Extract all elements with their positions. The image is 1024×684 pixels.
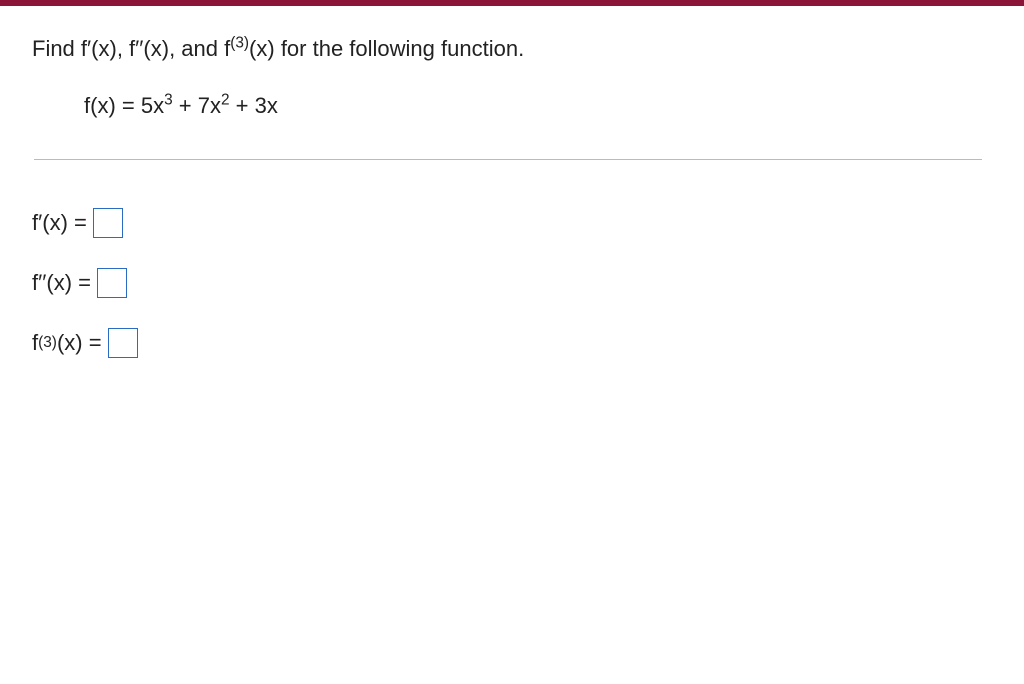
instruction-text: Find f′(x), f′′(x), and f(3)(x) for the … — [32, 32, 992, 65]
function-definition: f(x) = 5x3 + 7x2 + 3x — [84, 93, 992, 119]
answer-row-3: f(3)(x) = — [32, 328, 992, 358]
answer3-input[interactable] — [108, 328, 138, 358]
fn-t1-exp: 3 — [164, 92, 173, 109]
instr-suffix: for the following function. — [275, 36, 524, 61]
instr-term1: f′(x) — [81, 36, 117, 61]
fn-t2-coef: 7x — [198, 93, 221, 118]
answer-row-2: f′′(x) = — [32, 268, 992, 298]
instr-term3-sup: (3) — [230, 35, 249, 52]
fn-lhs: f(x) = — [84, 93, 141, 118]
instr-term2: f′′(x) — [129, 36, 169, 61]
answer3-label: f(3)(x) = — [32, 330, 102, 356]
answer3-rest: (x) = — [57, 330, 102, 356]
answer2-input[interactable] — [97, 268, 127, 298]
instr-term3-arg: (x) — [249, 36, 275, 61]
fn-t1-coef: 5x — [141, 93, 164, 118]
instr-sep2: , and — [169, 36, 224, 61]
answer2-label: f′′(x) = — [32, 270, 91, 296]
section-divider — [34, 159, 982, 160]
question-content: Find f′(x), f′′(x), and f(3)(x) for the … — [0, 6, 1024, 414]
instr-sep1: , — [117, 36, 129, 61]
instr-prefix: Find — [32, 36, 81, 61]
answer1-input[interactable] — [93, 208, 123, 238]
answer-row-1: f′(x) = — [32, 208, 992, 238]
fn-t2-op: + — [173, 93, 198, 118]
answer1-label: f′(x) = — [32, 210, 87, 236]
fn-t3: 3x — [255, 93, 278, 118]
fn-t3-op: + — [230, 93, 255, 118]
fn-t2-exp: 2 — [221, 92, 230, 109]
